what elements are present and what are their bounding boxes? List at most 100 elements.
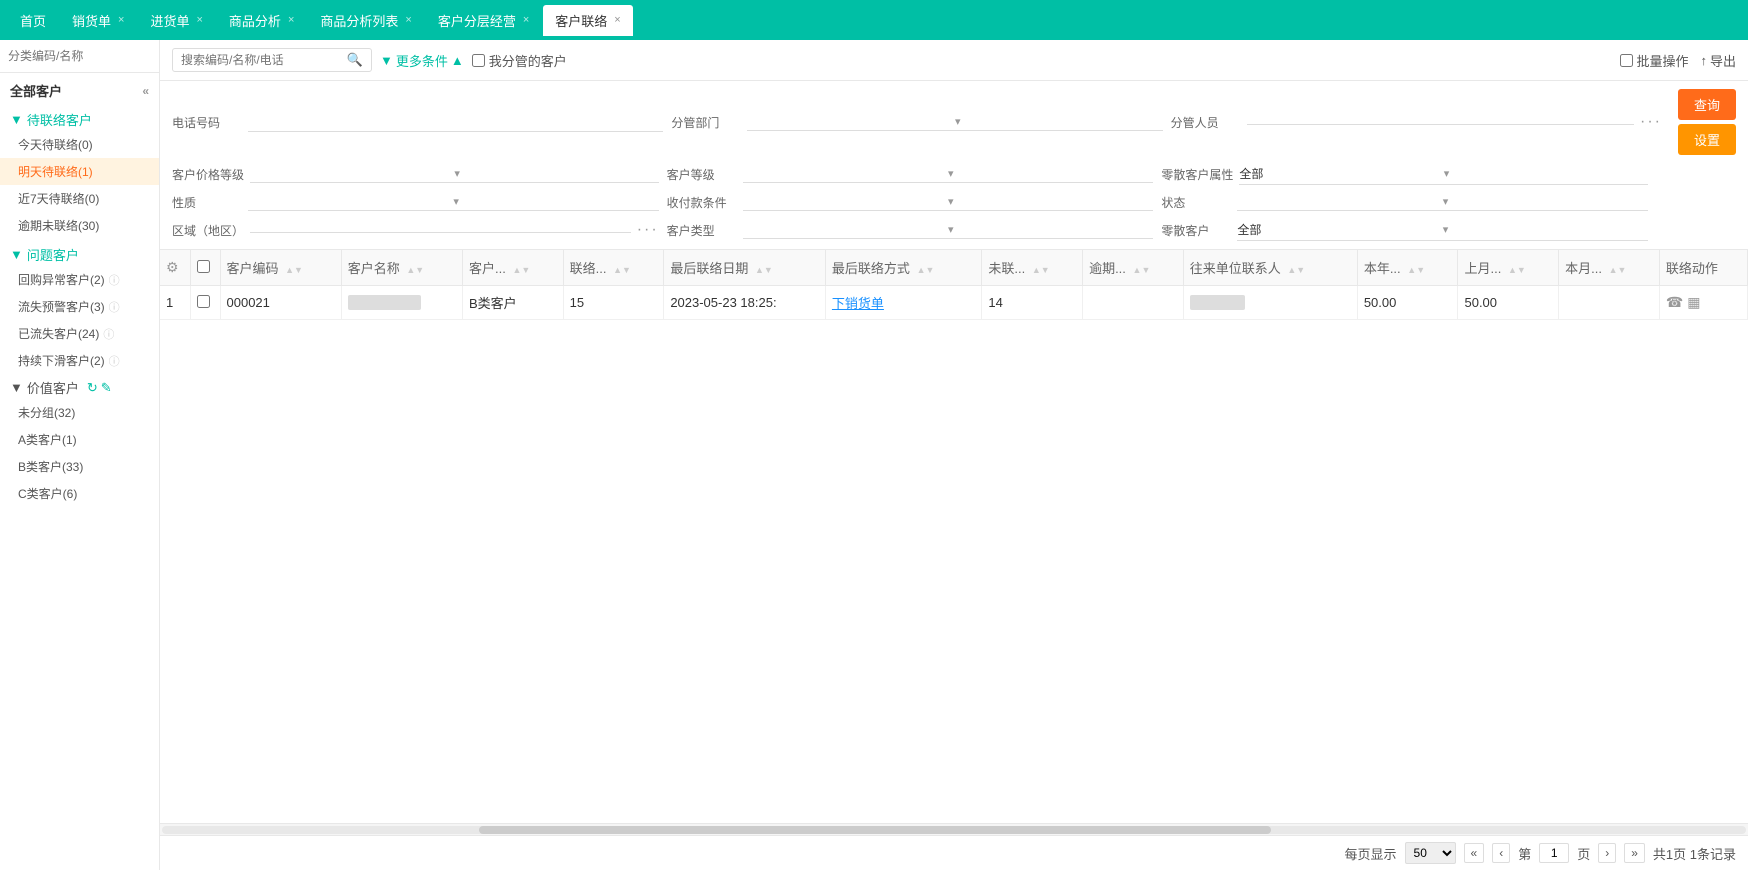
row-this-year: 50.00	[1357, 286, 1458, 320]
sidebar-pending-item[interactable]: 明天待联络(1)	[0, 158, 159, 185]
main-search-icon[interactable]: 🔍	[347, 52, 363, 68]
table-footer: 每页显示 50 100 200 « ‹ 第 页 › » 共1页 1条记录	[160, 835, 1748, 870]
sidebar-pending-item[interactable]: 近7天待联络(0)	[0, 185, 159, 212]
sidebar-value-item[interactable]: 未分组(32)	[0, 399, 159, 426]
sidebar-value-item[interactable]: C类客户(6)	[0, 480, 159, 507]
masked-contact: ██████	[1190, 295, 1245, 310]
filter-customer-level-select[interactable]: ▾	[743, 165, 1154, 183]
my-customers-checkbox-label[interactable]: 我分管的客户	[472, 51, 567, 70]
more-conditions-label: 更多条件	[396, 51, 448, 70]
nav-close-icon[interactable]: ×	[118, 14, 124, 26]
filter-region-dots[interactable]: ···	[637, 221, 659, 239]
filter-dept-select[interactable]: ▾	[747, 113, 1162, 131]
filter-status-select[interactable]: ▾	[1237, 193, 1648, 211]
sidebar-value-item[interactable]: A类客户(1)	[0, 426, 159, 453]
nav-close-icon[interactable]: ×	[614, 14, 620, 26]
last-page-btn[interactable]: »	[1624, 843, 1645, 863]
pending-items-list: 今天待联络(0)明天待联络(1)近7天待联络(0)逾期未联络(30)	[0, 131, 159, 239]
next-page-btn[interactable]: ›	[1598, 843, 1616, 863]
thisyear-sort[interactable]: ▲▼	[1407, 265, 1425, 275]
name-sort[interactable]: ▲▼	[406, 265, 424, 275]
table-gear-icon[interactable]: ⚙	[166, 259, 179, 275]
settings-button[interactable]: 设置	[1678, 124, 1736, 155]
filter-retail-customer-select[interactable]: 全部 ▾	[1237, 219, 1648, 241]
per-page-select[interactable]: 50 100 200	[1405, 842, 1456, 864]
nav-item-进货单[interactable]: 进货单×	[138, 5, 214, 36]
code-sort[interactable]: ▲▼	[285, 265, 303, 275]
lastmonth-sort[interactable]: ▲▼	[1508, 265, 1526, 275]
filter-retail-attr-select[interactable]: 全部 ▾	[1239, 163, 1648, 185]
thismonth-sort[interactable]: ▲▼	[1609, 265, 1627, 275]
first-page-btn[interactable]: «	[1464, 843, 1485, 863]
sidebar-search-input[interactable]	[8, 49, 160, 63]
value-items-list: 未分组(32)A类客户(1)B类客户(33)C类客户(6)	[0, 399, 159, 507]
action-grid-icon[interactable]: ▦	[1687, 294, 1700, 311]
filter-customer-level-label: 客户等级	[667, 166, 737, 183]
nav-close-icon[interactable]: ×	[288, 14, 294, 26]
scroll-track[interactable]	[162, 826, 1746, 834]
nav-item-销货单[interactable]: 销货单×	[60, 5, 136, 36]
th-check	[190, 250, 220, 286]
nav-item-商品分析列表[interactable]: 商品分析列表×	[308, 5, 423, 36]
batch-op-checkbox[interactable]	[1620, 54, 1633, 67]
contact-sort[interactable]: ▲▼	[613, 265, 631, 275]
th-contact: 联络... ▲▼	[563, 250, 664, 286]
th-actions: 联络动作	[1659, 250, 1747, 286]
filter-region-select[interactable]	[250, 228, 631, 233]
type-sort[interactable]: ▲▼	[512, 265, 530, 275]
filter-person-dots[interactable]: ···	[1640, 113, 1662, 131]
nav-close-icon[interactable]: ×	[196, 14, 202, 26]
export-btn[interactable]: ↑ 导出	[1700, 51, 1736, 70]
unitcontact-sort[interactable]: ▲▼	[1287, 265, 1305, 275]
scroll-thumb[interactable]	[479, 826, 1271, 834]
sidebar-value-item[interactable]: B类客户(33)	[0, 453, 159, 480]
page-number-input[interactable]	[1539, 843, 1569, 863]
filter-payment-label: 收付款条件	[667, 194, 737, 211]
filter-nature-arrow: ▾	[453, 195, 658, 208]
sidebar-pending-item[interactable]: 今天待联络(0)	[0, 131, 159, 158]
nav-item-商品分析[interactable]: 商品分析×	[217, 5, 306, 36]
more-conditions-btn[interactable]: ▼ 更多条件 ▲	[380, 51, 464, 70]
th-last-method-label: 最后联络方式	[832, 261, 910, 276]
sidebar-problem-item[interactable]: 已流失客户(24) ⓘ	[0, 320, 159, 347]
filter-retail-customer-label: 零散客户	[1161, 222, 1231, 239]
nav-close-icon[interactable]: ×	[405, 14, 411, 26]
filter-person-select[interactable]	[1247, 120, 1634, 125]
batch-op-btn[interactable]: 批量操作	[1620, 51, 1688, 70]
action-phone-icon[interactable]: ☎	[1666, 294, 1683, 311]
nav-item-客户联络[interactable]: 客户联络×	[543, 5, 632, 36]
filter-nature-select[interactable]: ▾	[248, 193, 659, 211]
total-records: 共1页 1条记录	[1653, 844, 1736, 863]
filter-customer-level-arrow: ▾	[948, 167, 1153, 180]
filter-phone-input[interactable]	[248, 113, 663, 132]
nav-item-首页[interactable]: 首页	[8, 5, 58, 36]
method-sort[interactable]: ▲▼	[917, 265, 935, 275]
horizontal-scrollbar[interactable]	[160, 823, 1748, 835]
value-refresh-icon[interactable]: ↻	[87, 380, 98, 396]
sidebar-all-customers[interactable]: 全部客户 «	[0, 73, 159, 104]
filter-customer-type: 客户类型 ▾	[667, 221, 1154, 239]
my-customers-checkbox[interactable]	[472, 54, 485, 67]
date-sort[interactable]: ▲▼	[755, 265, 773, 275]
query-button[interactable]: 查询	[1678, 89, 1736, 120]
row-checkbox[interactable]	[197, 295, 210, 308]
prev-page-btn[interactable]: ‹	[1492, 843, 1510, 863]
main-search-input[interactable]	[181, 53, 343, 67]
filter-payment-select[interactable]: ▾	[743, 193, 1154, 211]
notcontact-sort[interactable]: ▲▼	[1032, 265, 1050, 275]
nav-item-客户分层经营[interactable]: 客户分层经营×	[426, 5, 541, 36]
sidebar-collapse-btn[interactable]: «	[142, 84, 149, 98]
value-edit-icon[interactable]: ✎	[101, 380, 112, 396]
filter-price-select[interactable]: ▾	[250, 165, 659, 183]
row-actions: ☎▦	[1659, 286, 1747, 320]
sidebar-pending-item[interactable]: 逾期未联络(30)	[0, 212, 159, 239]
filter-customer-type-select[interactable]: ▾	[743, 221, 1154, 239]
nav-close-icon[interactable]: ×	[523, 14, 529, 26]
sidebar-problem-item[interactable]: 持续下滑客户(2) ⓘ	[0, 347, 159, 374]
select-all-checkbox[interactable]	[197, 260, 210, 273]
row-last-method[interactable]: 下销货单	[825, 286, 981, 320]
sidebar-problem-item[interactable]: 流失预警客户(3) ⓘ	[0, 293, 159, 320]
overdue-sort[interactable]: ▲▼	[1133, 265, 1151, 275]
row-not-contact: 14	[982, 286, 1083, 320]
sidebar-problem-item[interactable]: 回购异常客户(2) ⓘ	[0, 266, 159, 293]
